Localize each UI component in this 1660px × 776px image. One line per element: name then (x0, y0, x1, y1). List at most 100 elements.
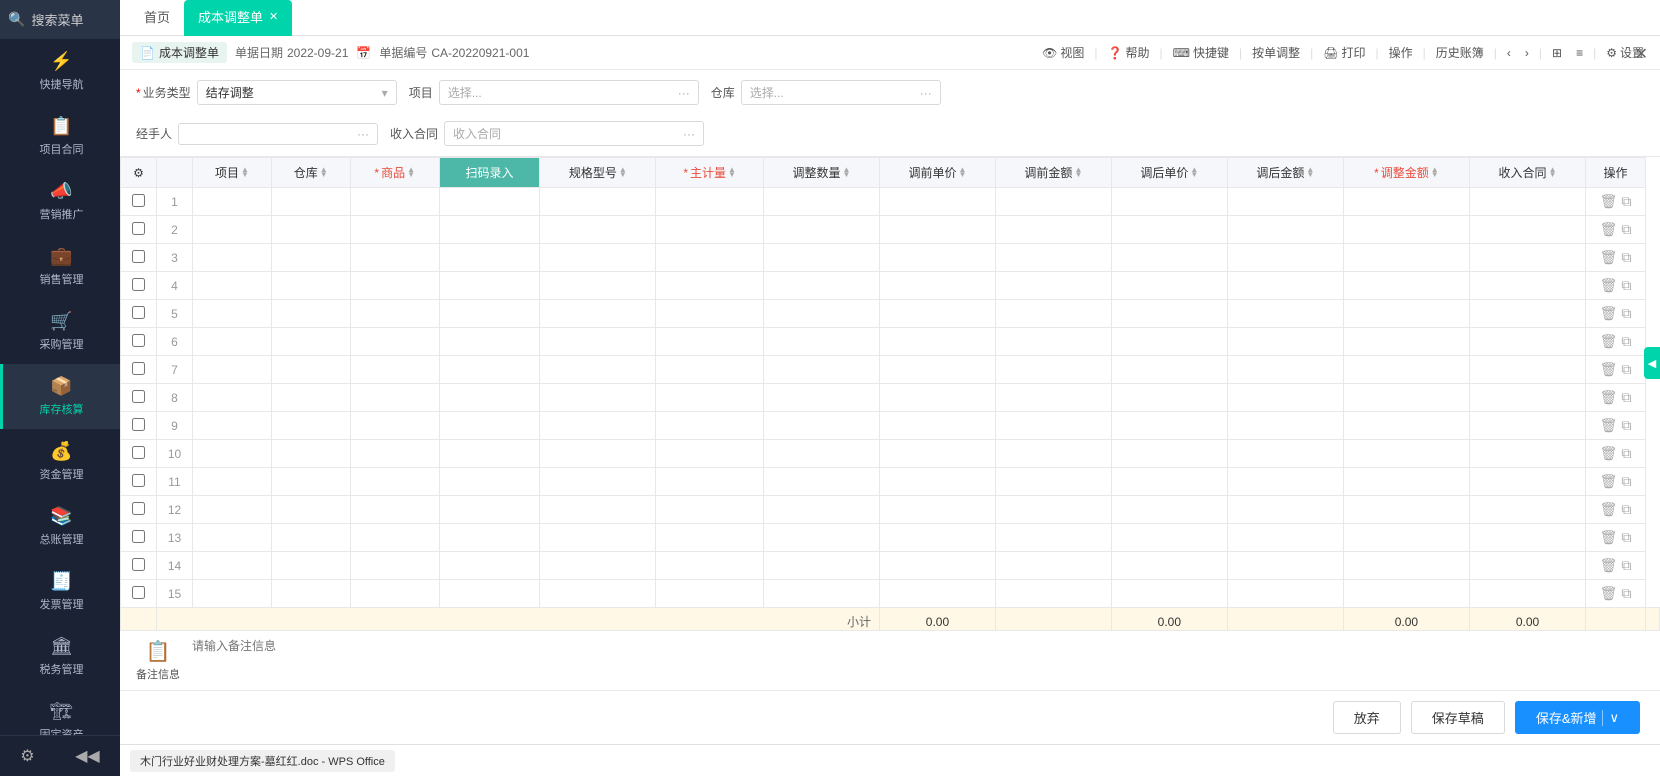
cell-post-amount-10[interactable] (1227, 440, 1343, 468)
cell-spec-4[interactable] (540, 272, 656, 300)
cell-pre-amount-10[interactable] (995, 440, 1111, 468)
cell-project-3[interactable] (193, 244, 272, 272)
cell-post-price-15[interactable] (1111, 580, 1227, 608)
cell-post-price-4[interactable] (1111, 272, 1227, 300)
cell-post-amount-11[interactable] (1227, 468, 1343, 496)
window-close-button[interactable]: ✕ (1635, 44, 1648, 64)
cell-income-contract-15[interactable] (1470, 580, 1586, 608)
cell-goods-1[interactable] (350, 188, 439, 216)
tab-cost-adjust[interactable]: 成本调整单✕ (184, 0, 292, 36)
cell-checkbox-9[interactable] (121, 412, 157, 440)
cell-adj-qty-10[interactable] (764, 440, 880, 468)
copy-row-11[interactable]: ⧉ (1621, 473, 1631, 490)
cell-project-8[interactable] (193, 384, 272, 412)
delete-row-2[interactable]: 🗑 (1600, 221, 1618, 238)
copy-row-3[interactable]: ⧉ (1621, 249, 1631, 266)
cell-post-amount-8[interactable] (1227, 384, 1343, 412)
cell-checkbox-13[interactable] (121, 524, 157, 552)
delete-row-8[interactable]: 🗑 (1600, 389, 1618, 406)
cell-checkbox-10[interactable] (121, 440, 157, 468)
cell-scan-10[interactable] (439, 440, 540, 468)
cell-adj-qty-13[interactable] (764, 524, 880, 552)
copy-row-13[interactable]: ⧉ (1621, 529, 1631, 546)
table-row[interactable]: 8 🗑 ⧉ (121, 384, 1660, 412)
cell-post-price-3[interactable] (1111, 244, 1227, 272)
cell-project-6[interactable] (193, 328, 272, 356)
cell-goods-2[interactable] (350, 216, 439, 244)
cell-warehouse-3[interactable] (271, 244, 350, 272)
cell-post-amount-13[interactable] (1227, 524, 1343, 552)
table-row[interactable]: 6 🗑 ⧉ (121, 328, 1660, 356)
handler-input[interactable]: ··· (178, 123, 378, 145)
cell-pre-price-13[interactable] (879, 524, 995, 552)
cell-unit-11[interactable] (656, 468, 764, 496)
tab-home[interactable]: 首页 (130, 0, 184, 36)
copy-row-9[interactable]: ⧉ (1621, 417, 1631, 434)
delete-row-15[interactable]: 🗑 (1600, 585, 1618, 602)
nav-next-button[interactable]: › (1521, 44, 1533, 62)
cell-spec-8[interactable] (540, 384, 656, 412)
income-contract-input[interactable]: 收入合同 ··· (444, 121, 704, 146)
cell-scan-2[interactable] (439, 216, 540, 244)
cell-pre-amount-1[interactable] (995, 188, 1111, 216)
cell-scan-3[interactable] (439, 244, 540, 272)
cell-scan-5[interactable] (439, 300, 540, 328)
cell-warehouse-11[interactable] (271, 468, 350, 496)
cell-warehouse-12[interactable] (271, 496, 350, 524)
cell-income-contract-7[interactable] (1470, 356, 1586, 384)
delete-row-14[interactable]: 🗑 (1600, 557, 1618, 574)
cell-adj-amount-5[interactable] (1343, 300, 1469, 328)
tab-cost-adjust-close[interactable]: ✕ (269, 10, 278, 23)
cell-spec-14[interactable] (540, 552, 656, 580)
cell-pre-price-2[interactable] (879, 216, 995, 244)
cell-adj-amount-4[interactable] (1343, 272, 1469, 300)
cell-pre-price-9[interactable] (879, 412, 995, 440)
cell-checkbox-15[interactable] (121, 580, 157, 608)
cell-goods-4[interactable] (350, 272, 439, 300)
cell-adj-qty-6[interactable] (764, 328, 880, 356)
th-spec[interactable]: 规格型号▲▼ (540, 158, 656, 188)
cell-warehouse-7[interactable] (271, 356, 350, 384)
cell-project-7[interactable] (193, 356, 272, 384)
cell-income-contract-6[interactable] (1470, 328, 1586, 356)
cell-pre-price-7[interactable] (879, 356, 995, 384)
cell-adj-qty-12[interactable] (764, 496, 880, 524)
copy-row-8[interactable]: ⧉ (1621, 389, 1631, 406)
cell-adj-qty-3[interactable] (764, 244, 880, 272)
table-row[interactable]: 2 🗑 ⧉ (121, 216, 1660, 244)
th-post-price[interactable]: 调后单价▲▼ (1111, 158, 1227, 188)
cell-warehouse-5[interactable] (271, 300, 350, 328)
cell-scan-13[interactable] (439, 524, 540, 552)
cell-income-contract-4[interactable] (1470, 272, 1586, 300)
cell-pre-amount-3[interactable] (995, 244, 1111, 272)
shortcut-button[interactable]: ⌨ 快捷键 (1169, 42, 1233, 63)
copy-row-12[interactable]: ⧉ (1621, 501, 1631, 518)
table-row[interactable]: 3 🗑 ⧉ (121, 244, 1660, 272)
cell-adj-qty-11[interactable] (764, 468, 880, 496)
save-draft-button[interactable]: 保存草稿 (1411, 701, 1505, 734)
cell-scan-7[interactable] (439, 356, 540, 384)
cell-post-amount-4[interactable] (1227, 272, 1343, 300)
th-income-contract[interactable]: 收入合同▲▼ (1470, 158, 1586, 188)
cell-checkbox-5[interactable] (121, 300, 157, 328)
copy-row-15[interactable]: ⧉ (1621, 585, 1631, 602)
cell-adj-qty-5[interactable] (764, 300, 880, 328)
cell-post-amount-9[interactable] (1227, 412, 1343, 440)
right-handle[interactable]: ◀ (1644, 347, 1660, 379)
cell-pre-price-8[interactable] (879, 384, 995, 412)
th-pre-amount[interactable]: 调前金额▲▼ (995, 158, 1111, 188)
delete-row-12[interactable]: 🗑 (1600, 501, 1618, 518)
cell-unit-4[interactable] (656, 272, 764, 300)
help-button[interactable]: ❓ 帮助 (1104, 42, 1154, 63)
cell-post-price-8[interactable] (1111, 384, 1227, 412)
cell-adj-amount-2[interactable] (1343, 216, 1469, 244)
cell-spec-12[interactable] (540, 496, 656, 524)
cell-spec-9[interactable] (540, 412, 656, 440)
copy-row-14[interactable]: ⧉ (1621, 557, 1631, 574)
cell-checkbox-1[interactable] (121, 188, 157, 216)
cell-goods-14[interactable] (350, 552, 439, 580)
cell-income-contract-2[interactable] (1470, 216, 1586, 244)
cell-project-1[interactable] (193, 188, 272, 216)
delete-row-7[interactable]: 🗑 (1600, 361, 1618, 378)
cell-scan-11[interactable] (439, 468, 540, 496)
